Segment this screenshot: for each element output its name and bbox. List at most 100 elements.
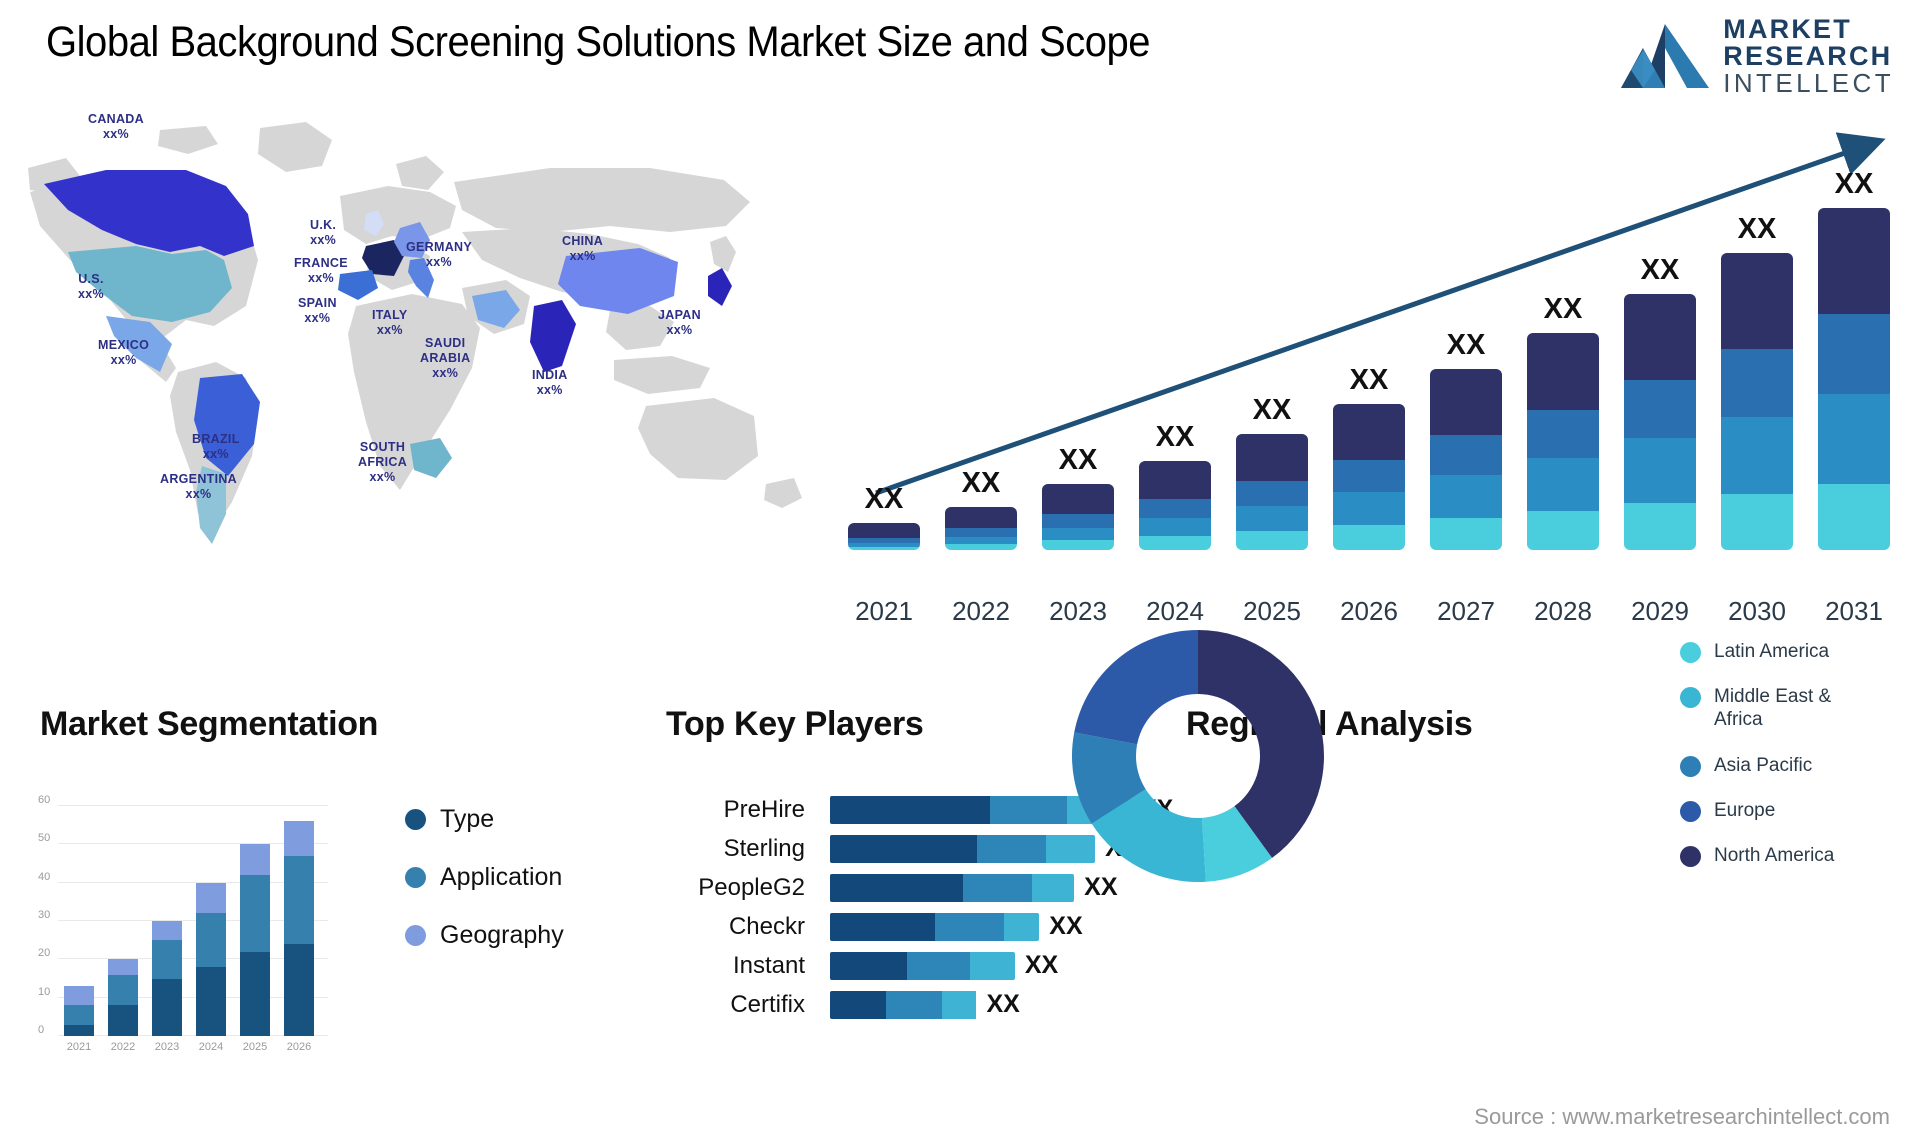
legend-dot-icon bbox=[1680, 845, 1701, 867]
map-label-south-africa: SOUTH AFRICA xx% bbox=[358, 440, 407, 484]
regional-legend-item-north-america: North America bbox=[1680, 844, 1864, 867]
bar-segment-segment-2 bbox=[1236, 481, 1308, 507]
key-player-name: Sterling bbox=[723, 834, 805, 862]
regional-legend-item-asia-pacific: Asia Pacific bbox=[1680, 754, 1864, 777]
regional-legend-item-latin-america: Latin America bbox=[1680, 640, 1864, 663]
segment-geography bbox=[108, 959, 138, 975]
key-player-segment-series-3 bbox=[969, 951, 1015, 980]
bar-segment-segment-4-cyan bbox=[1042, 540, 1114, 550]
market-size-bar-2021 bbox=[848, 522, 920, 550]
map-country-south-africa bbox=[410, 438, 452, 478]
segment-type bbox=[64, 1024, 94, 1036]
bar-value-label-2026: XX bbox=[1349, 363, 1389, 396]
legend-dot-icon bbox=[1680, 800, 1701, 822]
map-label-japan-value: xx% bbox=[666, 322, 693, 337]
map-label-france-name: FRANCE bbox=[294, 256, 348, 270]
bar-value-label-2023: XX bbox=[1058, 444, 1098, 477]
key-player-segment-series-2 bbox=[906, 951, 970, 980]
key-player-segment-series-1 bbox=[830, 951, 907, 980]
y-tick-60: 60 bbox=[38, 794, 51, 806]
map-country-japan bbox=[708, 268, 732, 306]
bar-stack bbox=[1139, 461, 1211, 550]
bar-segment-segment-2 bbox=[1430, 435, 1502, 476]
map-label-germany: GERMANY xx% bbox=[406, 240, 472, 270]
key-player-segment-series-1 bbox=[830, 834, 977, 863]
bar-segment-segment-2 bbox=[1042, 514, 1114, 528]
bar-segment-segment-1-darkest bbox=[1721, 252, 1793, 350]
bar-value-label-2025: XX bbox=[1252, 393, 1292, 426]
key-player-name: PreHire bbox=[723, 795, 805, 823]
market-size-bar-chart: XX XX XX XX XX XX XX XX XX XX XX bbox=[840, 130, 1910, 550]
legend-label: Type bbox=[440, 805, 495, 833]
key-player-bar bbox=[830, 834, 1096, 863]
map-label-spain: SPAIN xx% bbox=[298, 296, 337, 326]
year-label-2024: 2024 bbox=[1146, 596, 1204, 626]
bar-segment-segment-4-cyan bbox=[1333, 525, 1405, 550]
key-player-segment-series-2 bbox=[962, 873, 1033, 902]
bar-segment-segment-2 bbox=[945, 528, 1017, 537]
segment-application bbox=[108, 974, 138, 1006]
segment-geography bbox=[196, 882, 226, 914]
key-player-segment-series-1 bbox=[830, 912, 935, 941]
page-title: Global Background Screening Solutions Ma… bbox=[46, 18, 1151, 66]
regional-donut-svg bbox=[1072, 630, 1324, 882]
key-player-name: PeopleG2 bbox=[698, 873, 805, 901]
segmentation-x-label-2025: 2025 bbox=[242, 1041, 268, 1053]
segment-geography bbox=[64, 986, 94, 1006]
bar-value-label-2030: XX bbox=[1737, 212, 1777, 245]
map-label-india-name: INDIA bbox=[532, 368, 568, 382]
key-player-row-instant: Instant XX bbox=[600, 946, 1060, 985]
legend-dot-icon bbox=[1680, 755, 1701, 777]
map-label-japan: JAPAN xx% bbox=[658, 308, 701, 338]
map-label-uk-value: xx% bbox=[310, 232, 337, 247]
year-label-2027: 2027 bbox=[1437, 596, 1495, 626]
map-label-sa-name-2: AFRICA bbox=[358, 454, 408, 469]
segment-application bbox=[64, 1005, 94, 1025]
world-map-svg bbox=[28, 122, 802, 544]
regional-analysis-donut bbox=[1068, 626, 1328, 886]
segmentation-legend-item-type: Type bbox=[405, 805, 564, 834]
key-player-row-prehire: PreHireXX bbox=[600, 790, 1173, 829]
map-label-italy-name: ITALY bbox=[372, 308, 408, 322]
legend-label: Application bbox=[440, 863, 563, 891]
bar-stack bbox=[1721, 252, 1793, 550]
segmentation-legend-item-application: Application bbox=[405, 863, 564, 892]
bar-stack bbox=[1333, 403, 1405, 550]
key-player-value-label: XX bbox=[1049, 912, 1083, 940]
bar-segment-segment-4-cyan bbox=[945, 544, 1017, 550]
year-label-2022: 2022 bbox=[952, 596, 1010, 626]
key-player-bar bbox=[830, 990, 977, 1019]
market-segmentation-legend: Type Application Geography bbox=[405, 805, 564, 979]
map-label-china: CHINA xx% bbox=[562, 234, 603, 264]
key-player-row-checkr: Checkr XX bbox=[600, 907, 1083, 946]
segmentation-bar-2024: 2024 bbox=[196, 882, 226, 1053]
key-player-row-certifix: Certifix XX bbox=[600, 985, 1060, 1024]
bar-segment-segment-3 bbox=[1042, 527, 1114, 541]
key-player-name: Instant bbox=[732, 951, 805, 979]
year-label-2029: 2029 bbox=[1631, 596, 1689, 626]
bar-segment-segment-3 bbox=[1236, 506, 1308, 531]
year-label-2021: 2021 bbox=[855, 596, 913, 626]
bar-segment-segment-2 bbox=[1721, 349, 1793, 418]
bar-segment-segment-2 bbox=[1139, 499, 1211, 518]
segment-application bbox=[240, 875, 270, 952]
legend-dot-icon bbox=[405, 925, 426, 946]
market-size-bar-2027 bbox=[1430, 369, 1502, 550]
market-size-bar-2029 bbox=[1624, 293, 1696, 550]
bar-segment-segment-4-cyan bbox=[1721, 493, 1793, 550]
map-label-argentina: ARGENTINA xx% bbox=[160, 472, 237, 502]
key-player-segment-series-1 bbox=[830, 990, 886, 1019]
market-segmentation-chart: 60 50 40 30 20 10 0 2021 2022 2023 2024 2025 2026 bbox=[38, 768, 328, 1053]
segment-geography bbox=[152, 921, 182, 941]
segment-type bbox=[152, 978, 182, 1036]
bar-stack bbox=[1624, 293, 1696, 550]
key-player-segment-series-2 bbox=[934, 912, 1005, 941]
world-map: CANADA xx% U.S. xx% MEXICO xx% BRAZIL xx… bbox=[10, 110, 850, 560]
bar-stack bbox=[1042, 484, 1114, 550]
bar-segment-segment-4-cyan bbox=[1527, 511, 1599, 550]
key-player-name: Checkr bbox=[728, 912, 805, 940]
logo-line-2: RESEARCH bbox=[1723, 41, 1893, 71]
key-player-bar bbox=[830, 912, 1040, 941]
map-label-china-name: CHINA bbox=[562, 234, 604, 248]
bar-segment-segment-1-darkest bbox=[1139, 461, 1211, 500]
